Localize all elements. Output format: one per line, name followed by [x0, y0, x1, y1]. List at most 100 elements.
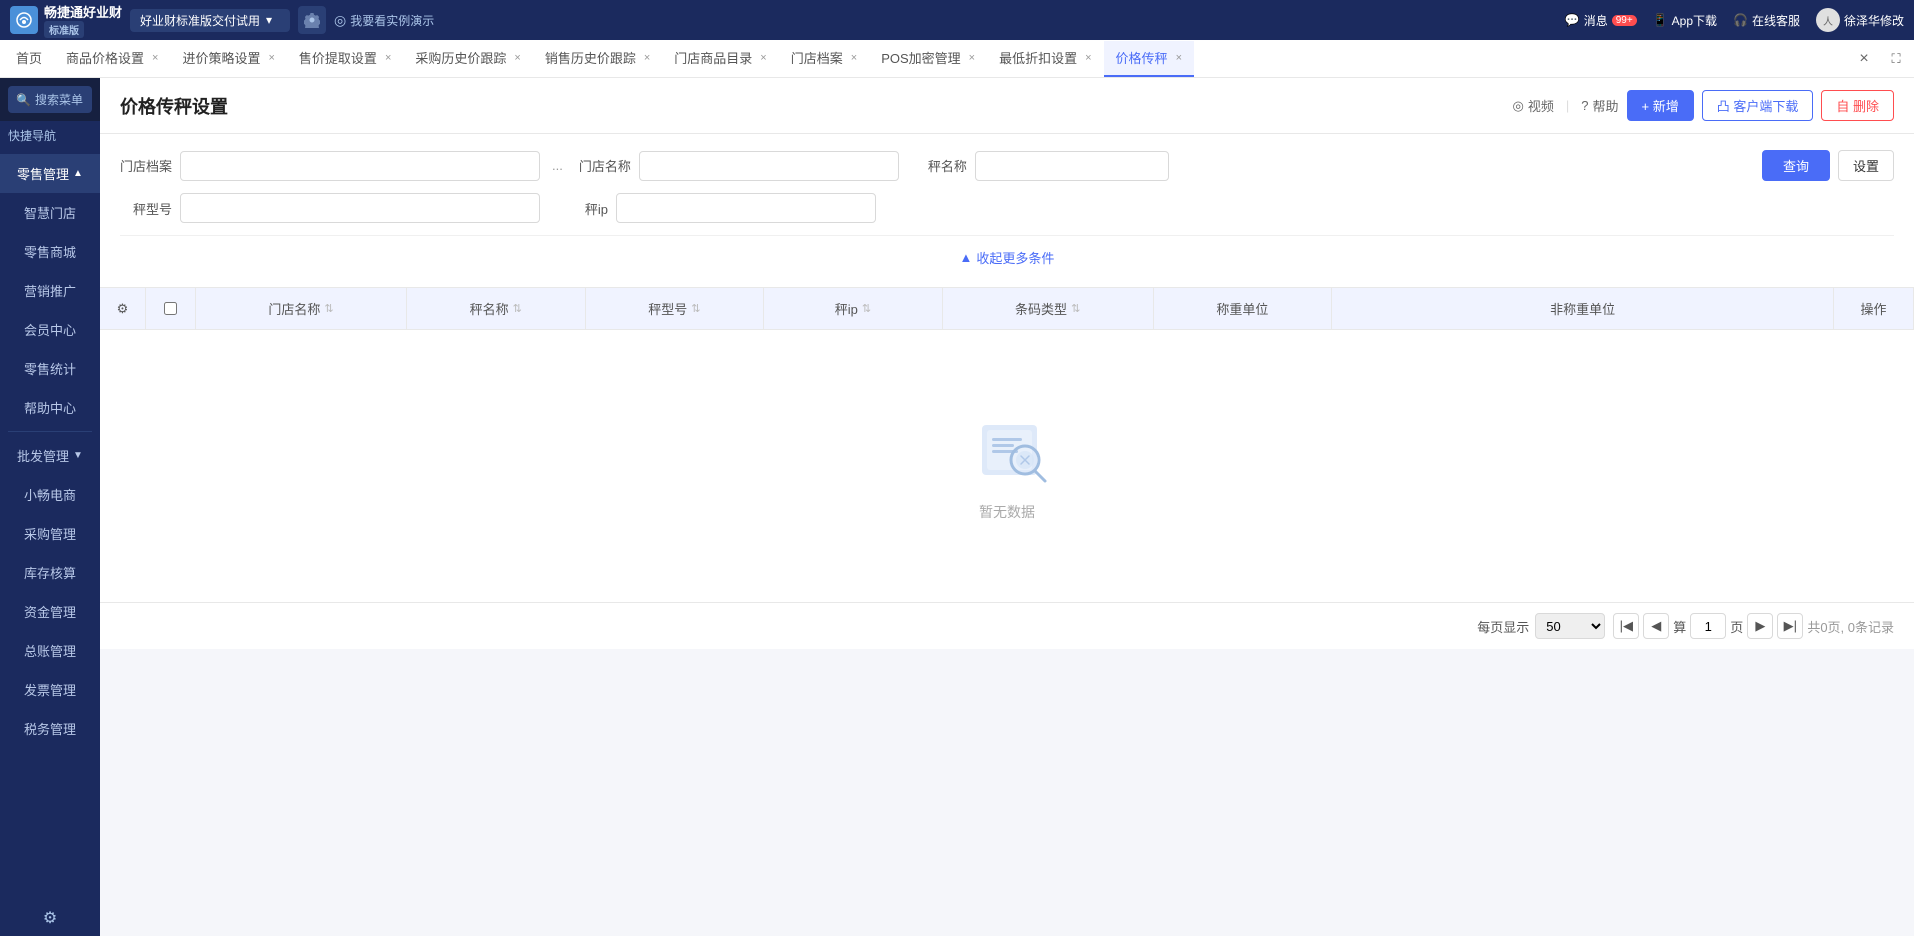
tab-close-icon[interactable]: × — [851, 52, 857, 64]
tab-sale-extract[interactable]: 售价提取设置 × — [287, 41, 403, 77]
demo-link[interactable]: 我要看实例演示 — [334, 12, 434, 29]
add-button[interactable]: + 新增 — [1627, 90, 1694, 121]
sort-icon[interactable]: ⇅ — [324, 302, 333, 315]
tab-close-all-button[interactable]: × — [1850, 45, 1878, 73]
sort-icon[interactable]: ⇅ — [513, 302, 522, 315]
tab-min-discount[interactable]: 最低折扣设置 × — [987, 41, 1103, 77]
tab-product-price[interactable]: 商品价格设置 × — [54, 41, 170, 77]
tab-bar: 首页 商品价格设置 × 进价策略设置 × 售价提取设置 × 采购历史价跟踪 × … — [0, 40, 1914, 78]
page-number-input[interactable] — [1690, 613, 1726, 639]
tab-close-icon[interactable]: × — [385, 52, 391, 64]
tab-close-icon[interactable]: × — [760, 52, 766, 64]
tab-close-icon[interactable]: × — [1176, 52, 1182, 64]
table-header: ⚙ 门店名称 ⇅ 秤名称 ⇅ 秤型号 ⇅ 秤ip — [100, 288, 1914, 330]
pagination-controls: |◀ ◀ 算 页 ▶ ▶| 共0页, 0条记录 — [1613, 613, 1894, 639]
tab-home-label: 首页 — [16, 48, 42, 67]
prev-page-button[interactable]: ◀ — [1643, 613, 1669, 639]
table-col-settings[interactable]: ⚙ — [100, 288, 146, 329]
sidebar-item-marketing[interactable]: 营销推广 — [0, 271, 100, 310]
col-label: 秤ip — [835, 299, 858, 318]
sort-icon[interactable]: ⇅ — [862, 302, 871, 315]
sort-icon[interactable]: ⇅ — [1071, 302, 1080, 315]
tab-expand-button[interactable]: ⛶ — [1882, 45, 1910, 73]
help-link[interactable]: ? 帮助 — [1581, 96, 1618, 115]
store-archive-input[interactable] — [180, 151, 540, 181]
delete-button[interactable]: 自 删除 — [1821, 90, 1894, 121]
sidebar-item-label: 智慧门店 — [24, 206, 76, 221]
sidebar-item-retail-mgmt[interactable]: 零售管理 ▲ — [0, 154, 100, 193]
tab-close-icon[interactable]: × — [514, 52, 520, 64]
sidebar-item-purchase-mgmt[interactable]: 采购管理 — [0, 514, 100, 553]
tab-close-icon[interactable]: × — [969, 52, 975, 64]
tab-store-archive[interactable]: 门店档案 × — [779, 41, 869, 77]
settings-button[interactable]: 设置 — [1838, 150, 1894, 181]
tab-close-icon[interactable]: × — [152, 52, 158, 64]
sidebar-item-member-center[interactable]: 会员中心 — [0, 310, 100, 349]
col-label: 条码类型 — [1015, 299, 1067, 318]
sidebar-item-invoice-mgmt[interactable]: 发票管理 — [0, 670, 100, 709]
select-all-checkbox[interactable] — [164, 302, 177, 315]
sidebar-item-inventory[interactable]: 库存核算 — [0, 553, 100, 592]
sidebar-item-retail-mall[interactable]: 零售商城 — [0, 232, 100, 271]
sidebar-item-tax-mgmt[interactable]: 税务管理 — [0, 709, 100, 748]
online-service-label: 在线客服 — [1752, 12, 1800, 29]
sidebar-item-finance[interactable]: 资金管理 — [0, 592, 100, 631]
search-menu-button[interactable]: 🔍 搜索菜单 — [8, 86, 92, 113]
collapse-up-icon: ▲ — [960, 250, 973, 265]
video-help-group: ◎ 视频 | ? 帮助 — [1513, 96, 1619, 115]
query-button[interactable]: 查询 — [1762, 150, 1830, 181]
tab-store-catalog[interactable]: 门店商品目录 × — [662, 41, 778, 77]
page-size-select[interactable]: 50 10 20 100 — [1535, 613, 1605, 639]
tab-price-scale[interactable]: 价格传秤 × — [1104, 41, 1194, 77]
ellipsis-button[interactable]: ... — [552, 158, 563, 173]
scale-ip-input[interactable] — [616, 193, 876, 223]
video-link[interactable]: ◎ 视频 — [1513, 96, 1554, 115]
sidebar-settings-button[interactable]: ⚙ — [8, 908, 92, 928]
sidebar-item-general-ledger[interactable]: 总账管理 — [0, 631, 100, 670]
sidebar-item-smart-store[interactable]: 智慧门店 — [0, 193, 100, 232]
store-name-label: 门店名称 — [579, 156, 631, 175]
version-dropdown[interactable]: 好业财标准版交付试用 ▾ — [130, 9, 290, 32]
user-info[interactable]: 人 徐泽华修改 — [1816, 8, 1904, 32]
app-download-label: App下载 — [1672, 12, 1717, 29]
online-service-button[interactable]: 🎧 在线客服 — [1733, 12, 1800, 29]
sidebar: 🔍 搜索菜单 快捷导航 零售管理 ▲ 智慧门店 零售商城 营销推广 会员中心 — [0, 78, 100, 936]
header-settings-button[interactable] — [298, 6, 326, 34]
tab-purchase-strategy[interactable]: 进价策略设置 × — [170, 41, 286, 77]
app-name: 畅捷通好业财 — [44, 2, 122, 21]
tab-purchase-history[interactable]: 采购历史价跟踪 × — [403, 41, 532, 77]
message-button[interactable]: 💬 消息 99+ — [1565, 12, 1637, 29]
col-label: 门店名称 — [268, 299, 320, 318]
store-name-input[interactable] — [639, 151, 899, 181]
dropdown-label: 好业财标准版交付试用 — [140, 12, 260, 29]
table-col-checkbox[interactable] — [146, 288, 196, 329]
scale-model-input[interactable] — [180, 193, 540, 223]
tab-home[interactable]: 首页 — [4, 41, 54, 77]
filter-scale-ip: 秤ip — [556, 193, 876, 223]
tab-pos-encrypt[interactable]: POS加密管理 × — [869, 41, 987, 77]
collapse-button[interactable]: ▲ 收起更多条件 — [960, 244, 1055, 271]
tab-sale-history[interactable]: 销售历史价跟踪 × — [533, 41, 662, 77]
sort-icon[interactable]: ⇅ — [691, 302, 700, 315]
last-page-button[interactable]: ▶| — [1777, 613, 1803, 639]
scale-model-label: 秤型号 — [120, 199, 172, 218]
tab-close-icon[interactable]: × — [1085, 52, 1091, 64]
scale-name-input[interactable] — [975, 151, 1169, 181]
message-badge: 99+ — [1612, 15, 1637, 26]
tab-label: 销售历史价跟踪 — [545, 48, 636, 67]
header-right: 💬 消息 99+ 📱 App下载 🎧 在线客服 人 徐泽华修改 — [1565, 8, 1904, 32]
sidebar-item-label: 发票管理 — [24, 683, 76, 698]
tab-close-icon[interactable]: × — [268, 52, 274, 64]
main-layout: 🔍 搜索菜单 快捷导航 零售管理 ▲ 智慧门店 零售商城 营销推广 会员中心 — [0, 78, 1914, 936]
empty-state: 暂无数据 — [100, 330, 1914, 602]
sidebar-item-small-ecommerce[interactable]: 小畅电商 — [0, 475, 100, 514]
app-download-button[interactable]: 📱 App下载 — [1653, 12, 1717, 29]
sidebar-item-wholesale-mgmt[interactable]: 批发管理 ▼ — [0, 436, 100, 475]
tab-close-icon[interactable]: × — [644, 52, 650, 64]
client-download-button[interactable]: 凸 客户端下载 — [1702, 90, 1814, 121]
sidebar-item-label: 批发管理 — [17, 446, 69, 465]
sidebar-item-help-center[interactable]: 帮助中心 — [0, 388, 100, 427]
first-page-button[interactable]: |◀ — [1613, 613, 1639, 639]
sidebar-item-retail-stats[interactable]: 零售统计 — [0, 349, 100, 388]
next-page-button[interactable]: ▶ — [1747, 613, 1773, 639]
